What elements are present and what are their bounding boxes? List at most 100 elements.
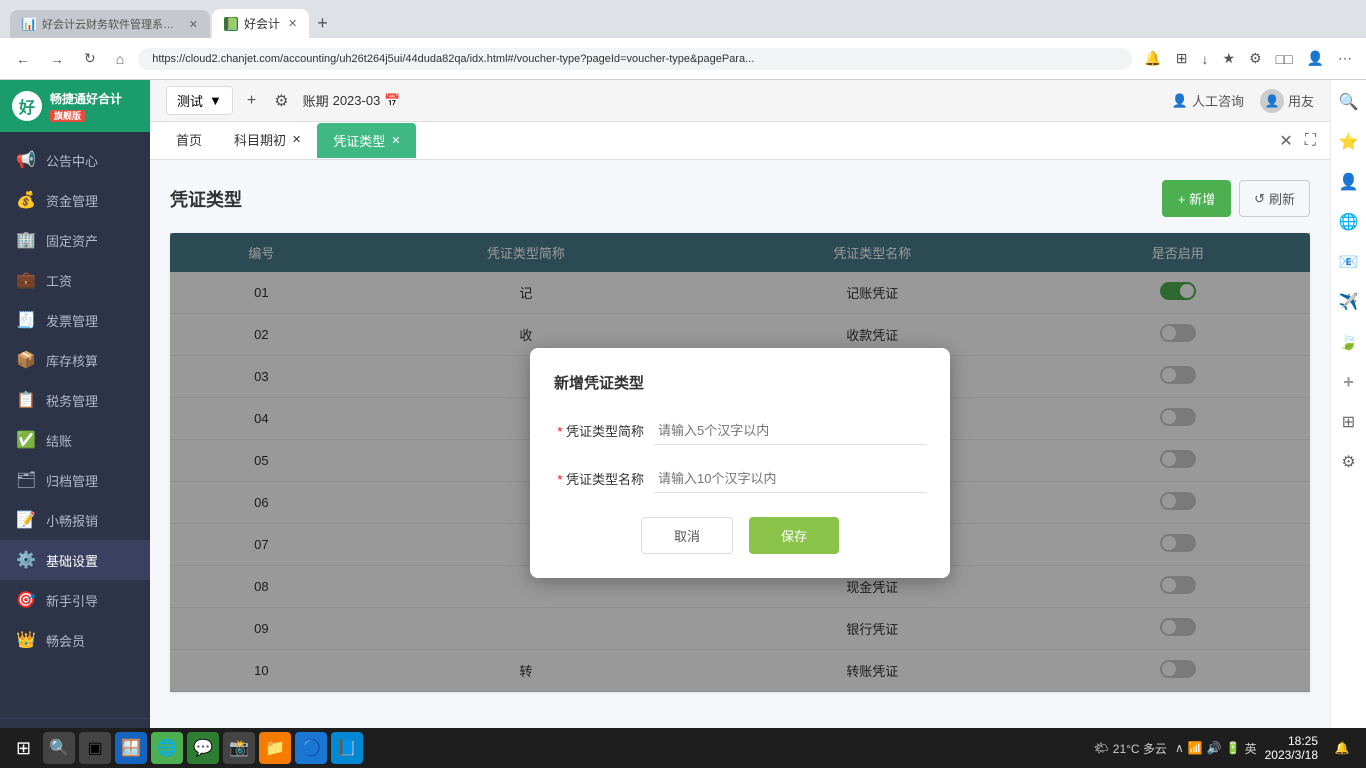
address-input[interactable] — [138, 48, 1132, 70]
reload-button[interactable]: ↻ — [78, 46, 102, 71]
tab2-close[interactable]: ✕ — [288, 17, 297, 30]
start-btn[interactable]: ⊞ — [8, 734, 39, 763]
extension-btn-3[interactable]: ↓ — [1198, 46, 1213, 71]
taskbar-time[interactable]: 18:25 2023/3/18 — [1265, 734, 1318, 762]
browser-tab-1[interactable]: 📊 好会计云财务软件管理系统_会计 ✕ — [10, 10, 210, 38]
sidebar-item-wages[interactable]: 💼 工资 — [0, 260, 150, 300]
right-plane-icon[interactable]: ✈️ — [1335, 288, 1363, 316]
taskbar-app1[interactable]: 🔵 — [295, 732, 327, 764]
refresh-btn[interactable]: ↺ 刷新 — [1239, 180, 1310, 217]
period-label: 账期 — [303, 91, 329, 110]
notification-btn[interactable]: 🔔 — [1326, 732, 1358, 764]
extension-btn-6[interactable]: □□ — [1272, 46, 1297, 71]
user-btn[interactable]: 👤 用友 — [1260, 89, 1314, 113]
sidebar-item-notices[interactable]: 📢 公告中心 — [0, 140, 150, 180]
tab2-favicon: 📗 — [224, 17, 238, 31]
weather-info: 🌤 21°C 多云 — [1094, 740, 1167, 757]
right-search-icon[interactable]: 🔍 — [1335, 88, 1363, 116]
sidebar-item-settings[interactable]: ⚙️ 基础设置 — [0, 540, 150, 580]
tax-label: 税务管理 — [46, 391, 98, 410]
home-button[interactable]: ⌂ — [110, 47, 130, 71]
page-title: 凭证类型 — [170, 186, 242, 212]
sidebar-item-tax[interactable]: 📋 税务管理 — [0, 380, 150, 420]
right-globe-icon[interactable]: 🌐 — [1335, 208, 1363, 236]
volume-icon[interactable]: 🔊 — [1207, 741, 1222, 755]
taskbar-file-explorer[interactable]: 🪟 — [115, 732, 147, 764]
company-select[interactable]: 测试 ▼ — [166, 86, 233, 115]
page-tab-voucher[interactable]: 凭证类型 ✕ — [317, 123, 416, 158]
right-grid-icon[interactable]: ⊞ — [1335, 408, 1363, 436]
sidebar-item-guide[interactable]: 🎯 新手引导 — [0, 580, 150, 620]
new-voucher-btn[interactable]: + 新增 — [1162, 180, 1231, 217]
refresh-label: 刷新 — [1269, 189, 1295, 208]
voucher-tab-label: 凭证类型 — [333, 131, 385, 150]
app-header: 测试 ▼ + ⚙ 账期 2023-03 📅 👤 人工咨询 👤 用友 — [150, 80, 1330, 122]
logo-icon: 好 — [12, 91, 42, 121]
taskbar-camera[interactable]: 📸 — [223, 732, 255, 764]
right-plus-icon[interactable]: + — [1335, 368, 1363, 396]
add-company-btn[interactable]: + — [243, 88, 260, 114]
subjects-tab-label: 科目期初 — [234, 130, 286, 149]
notices-label: 公告中心 — [46, 151, 98, 170]
right-leaf-icon[interactable]: 🍃 — [1335, 328, 1363, 356]
dialog-title: 新增凭证类型 — [554, 372, 926, 393]
right-gear-icon[interactable]: ⚙ — [1335, 448, 1363, 476]
extension-btn-5[interactable]: ⚙ — [1245, 46, 1266, 71]
app-main: 测试 ▼ + ⚙ 账期 2023-03 📅 👤 人工咨询 👤 用友 — [150, 80, 1330, 768]
capital-label: 资金管理 — [46, 191, 98, 210]
tab1-close[interactable]: ✕ — [189, 18, 198, 31]
sidebar-item-assets[interactable]: 🏢 固定资产 — [0, 220, 150, 260]
calendar-icon: 📅 — [384, 93, 400, 109]
taskbar-chrome[interactable]: 🌐 — [151, 732, 183, 764]
extension-btn-1[interactable]: 🔔 — [1140, 46, 1165, 71]
close-tab-btn[interactable]: ✕ — [1275, 127, 1296, 155]
sidebar-item-report[interactable]: 📝 小畅报销 — [0, 500, 150, 540]
taskbar-task-view[interactable]: ▣ — [79, 732, 111, 764]
sidebar-item-capital[interactable]: 💰 资金管理 — [0, 180, 150, 220]
table-container: 编号 凭证类型简称 凭证类型名称 是否启用 01记记账凭证02收收款凭证03付款… — [170, 233, 1310, 692]
user-profile-btn[interactable]: 👤 — [1303, 46, 1328, 71]
right-star-icon[interactable]: ⭐ — [1335, 128, 1363, 156]
tray-up-icon[interactable]: ∧ — [1175, 741, 1184, 755]
dropdown-icon: ▼ — [209, 93, 222, 108]
subjects-tab-close[interactable]: ✕ — [292, 133, 301, 146]
sidebar-item-inventory[interactable]: 📦 库存核算 — [0, 340, 150, 380]
right-user-icon[interactable]: 👤 — [1335, 168, 1363, 196]
short-input[interactable] — [654, 417, 926, 445]
taskbar-edge[interactable]: 📘 — [331, 732, 363, 764]
settings-btn[interactable]: ⚙ — [270, 87, 292, 115]
browser-tab-2[interactable]: 📗 好会计 ✕ — [212, 9, 309, 38]
time-display: 18:25 — [1265, 734, 1318, 748]
name-input[interactable] — [654, 465, 926, 493]
consult-btn[interactable]: 👤 人工咨询 — [1172, 91, 1244, 110]
right-mail-icon[interactable]: 📧 — [1335, 248, 1363, 276]
tab2-title: 好会计 — [244, 15, 280, 32]
voucher-tab-close[interactable]: ✕ — [391, 134, 400, 147]
battery-icon[interactable]: 🔋 — [1226, 741, 1241, 755]
sidebar-item-settle[interactable]: ✅ 结账 — [0, 420, 150, 460]
extension-btn-4[interactable]: ★ — [1219, 46, 1240, 71]
date-display: 2023/3/18 — [1265, 748, 1318, 762]
page-tab-subjects[interactable]: 科目期初 ✕ — [218, 122, 317, 159]
tab-bar: 📊 好会计云财务软件管理系统_会计 ✕ 📗 好会计 ✕ + — [0, 0, 1366, 38]
wifi-icon[interactable]: 📶 — [1188, 741, 1203, 755]
back-button[interactable]: ← — [10, 47, 36, 71]
sidebar-item-archive[interactable]: 🗂 归档管理 — [0, 460, 150, 500]
menu-btn[interactable]: ⋯ — [1334, 46, 1356, 71]
save-btn[interactable]: 保存 — [749, 517, 839, 554]
taskbar-search[interactable]: 🔍 — [43, 732, 75, 764]
new-tab-button[interactable]: + — [309, 9, 336, 38]
sidebar-item-invoice[interactable]: 🧾 发票管理 — [0, 300, 150, 340]
taskbar-wechat[interactable]: 💬 — [187, 732, 219, 764]
expand-tab-btn[interactable]: ⛶ — [1301, 127, 1320, 155]
assets-icon: 🏢 — [16, 230, 36, 250]
taskbar: ⊞ 🔍 ▣ 🪟 🌐 💬 📸 📁 🔵 📘 🌤 21°C 多云 ∧ 📶 🔊 🔋 英 … — [0, 728, 1366, 768]
lang-btn[interactable]: 英 — [1245, 740, 1257, 757]
forward-button[interactable]: → — [44, 47, 70, 71]
cancel-btn[interactable]: 取消 — [641, 517, 733, 554]
extension-btn-2[interactable]: ⊞ — [1172, 46, 1192, 71]
sidebar-item-member[interactable]: 👑 畅会员 — [0, 620, 150, 660]
page-tab-home[interactable]: 首页 — [160, 122, 218, 159]
sidebar-logo: 好 畅捷通好合计 旗舰版 — [0, 80, 150, 132]
taskbar-folder[interactable]: 📁 — [259, 732, 291, 764]
